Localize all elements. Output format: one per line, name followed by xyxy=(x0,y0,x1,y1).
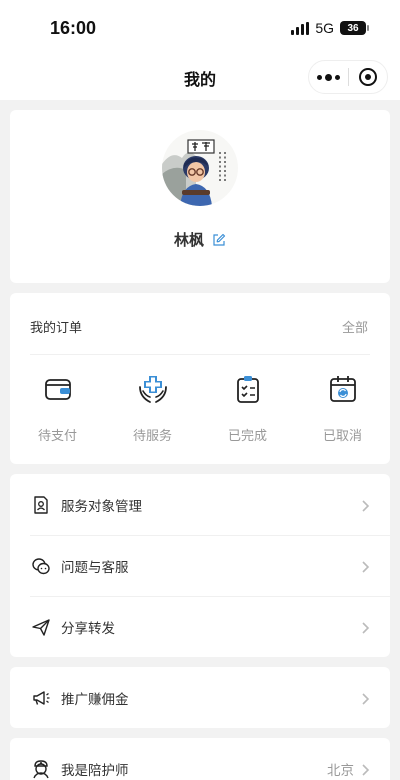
send-icon xyxy=(31,617,51,637)
profile-card: 林枫 xyxy=(10,110,390,283)
order-pending-service[interactable]: 待服务 xyxy=(105,373,200,444)
battery-icon: 36 xyxy=(340,21,369,35)
order-pending-payment[interactable]: 待支付 xyxy=(10,373,105,444)
orders-all-link[interactable]: 全部 xyxy=(342,317,368,336)
status-time: 16:00 xyxy=(50,18,97,38)
orders-card: 我的订单 全部 待支付 待服务 已完成 已取消 xyxy=(10,293,390,464)
avatar[interactable] xyxy=(162,130,238,206)
menu-item-label: 我是陪护师 xyxy=(61,762,129,779)
chevron-right-icon xyxy=(360,498,370,512)
close-miniapp-icon[interactable] xyxy=(348,61,387,93)
order-label: 待支付 xyxy=(37,429,77,444)
status-bar: 16:00 5G 36 xyxy=(0,0,400,56)
menu-item-label: 分享转发 xyxy=(61,620,115,637)
order-label: 待服务 xyxy=(132,429,172,444)
menu-item-share[interactable]: 分享转发 xyxy=(10,596,390,657)
clipboard-check-icon xyxy=(232,373,264,405)
person-card-icon xyxy=(31,495,51,515)
order-label: 已完成 xyxy=(227,429,267,444)
city-value: 北京 xyxy=(327,762,354,779)
nav-bar: 我的 xyxy=(0,56,400,100)
chevron-right-icon xyxy=(360,691,370,705)
menu-item-service-recipients[interactable]: 服务对象管理 xyxy=(10,474,390,535)
nurse-icon xyxy=(31,759,51,779)
menu-item-help-support[interactable]: 问题与客服 xyxy=(10,535,390,596)
signal-icon xyxy=(291,21,310,35)
menu-item-nurse[interactable]: 我是陪护师 北京 xyxy=(10,738,390,780)
chevron-right-icon xyxy=(360,559,370,573)
edit-icon[interactable] xyxy=(212,233,226,247)
wallet-icon xyxy=(42,373,74,405)
menu-item-referral[interactable]: 推广赚佣金 xyxy=(10,667,390,728)
network-type: 5G xyxy=(315,20,334,36)
care-hands-icon xyxy=(137,373,169,405)
divider xyxy=(30,354,370,355)
orders-title: 我的订单 xyxy=(30,321,83,336)
menu-item-label: 问题与客服 xyxy=(61,559,129,576)
order-cancelled[interactable]: 已取消 xyxy=(295,373,390,444)
miniapp-capsule xyxy=(308,60,388,94)
customer-service-icon xyxy=(31,556,51,576)
chevron-right-icon xyxy=(360,762,370,776)
battery-level: 36 xyxy=(347,22,359,34)
megaphone-icon xyxy=(31,688,51,708)
order-completed[interactable]: 已完成 xyxy=(200,373,295,444)
menu-card: 服务对象管理 问题与客服 分享转发 xyxy=(10,474,390,657)
calendar-refresh-icon xyxy=(327,373,359,405)
menu-item-label: 服务对象管理 xyxy=(61,498,142,515)
chevron-right-icon xyxy=(360,620,370,634)
nurse-card: 我是陪护师 北京 xyxy=(10,738,390,780)
order-label: 已取消 xyxy=(322,429,362,444)
user-name: 林枫 xyxy=(173,231,204,249)
more-options-icon[interactable] xyxy=(309,61,348,93)
promo-card: 推广赚佣金 xyxy=(10,667,390,728)
status-indicators: 5G 36 xyxy=(291,20,369,36)
menu-item-label: 推广赚佣金 xyxy=(61,691,129,708)
profile-name-row: 林枫 xyxy=(10,229,390,250)
